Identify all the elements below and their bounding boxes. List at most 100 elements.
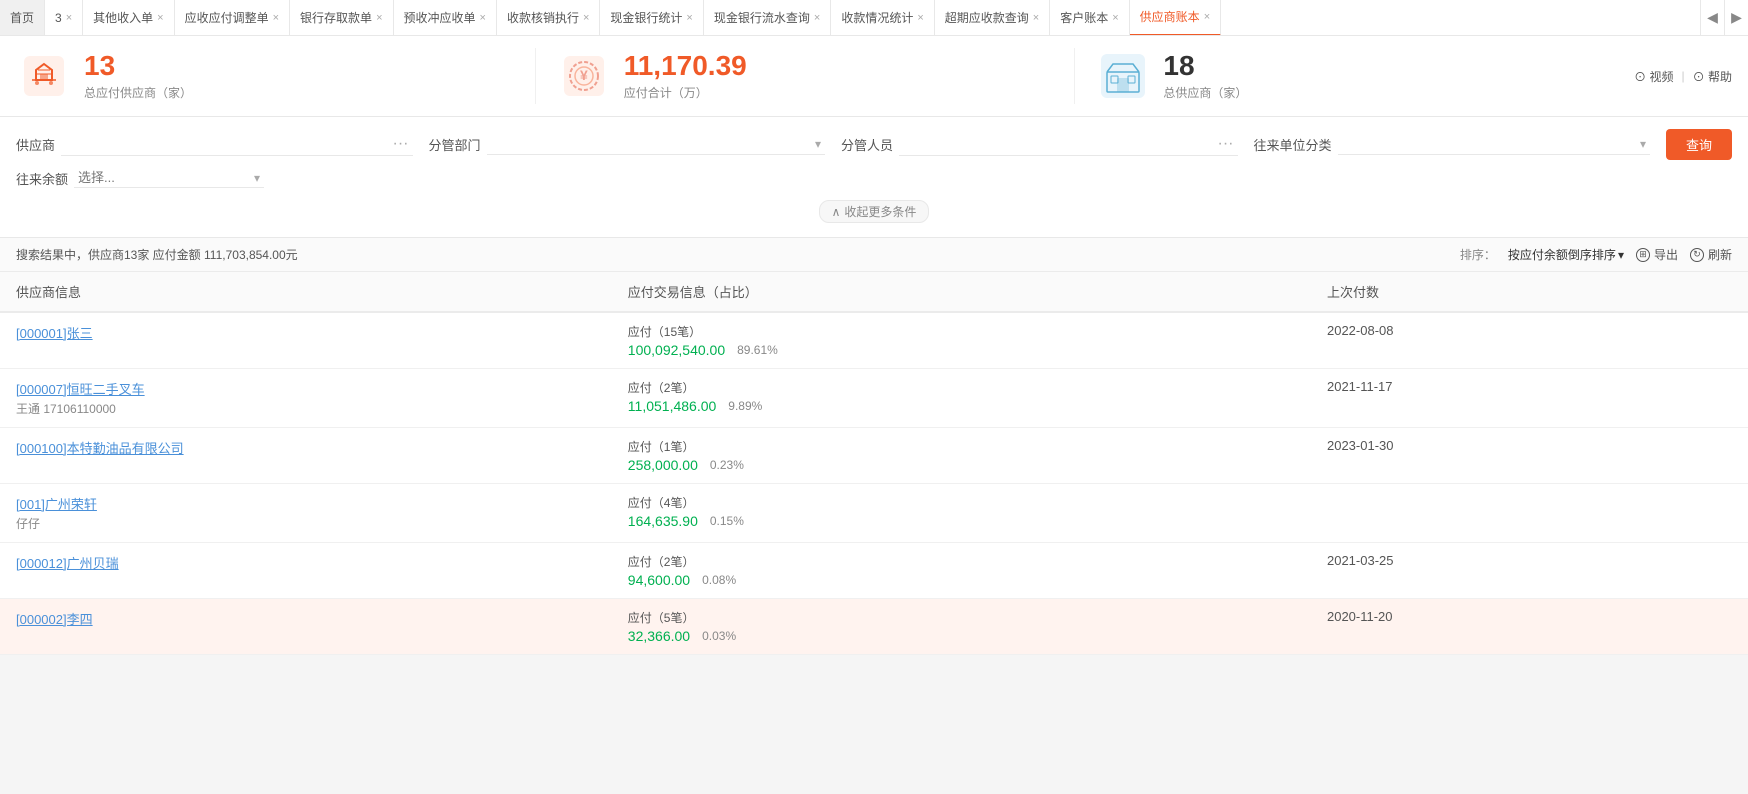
total-payable-label: 总应付供应商（家）	[84, 84, 192, 101]
export-button[interactable]: ⊞ 导出	[1636, 246, 1678, 263]
payable-amount[interactable]: 11,051,486.00	[628, 398, 717, 414]
supplier-link[interactable]: [000100]本特勤油品有限公司	[16, 441, 184, 456]
payable-amount[interactable]: 32,366.00	[628, 628, 690, 644]
filter-area: 供应商 ··· 分管部门 ▾ 分管人员 ··· 往来单位分类	[0, 117, 1748, 238]
supplier-link[interactable]: [000007]恒旺二手叉车	[16, 382, 145, 397]
payable-amount[interactable]: 94,600.00	[628, 572, 690, 588]
nav-tab-close-receipt-verify[interactable]: ×	[583, 12, 589, 24]
store-icon	[1095, 48, 1151, 104]
nav-tab-home[interactable]: 首页	[0, 0, 45, 36]
supplier-input[interactable]	[65, 137, 393, 152]
balance-dropdown-wrap: ▾	[74, 168, 264, 188]
balance-chevron-icon[interactable]: ▾	[254, 171, 260, 185]
payable-count: 应付（2笔）	[628, 379, 1295, 396]
nav-tab-customer-ledger[interactable]: 客户账本×	[1050, 0, 1129, 36]
nav-tab-close-tab3[interactable]: ×	[66, 12, 72, 24]
person-filter: 分管人员 ···	[841, 133, 1238, 156]
dept-chevron-icon[interactable]: ▾	[815, 137, 821, 151]
supplier-info-cell: [000100]本特勤油品有限公司	[0, 428, 612, 484]
nav-tab-close-ar-ap-adjust[interactable]: ×	[273, 12, 279, 24]
table-row: [000012]广州贝瑞应付（2笔） 94,600.00 0.08% 2021-…	[0, 543, 1748, 599]
table-row: [000002]李四应付（5笔） 32,366.00 0.03% 2020-11…	[0, 599, 1748, 655]
balance-input[interactable]	[78, 170, 254, 185]
payable-info-cell: 应付（15笔） 100,092,540.00 89.61%	[612, 312, 1311, 369]
supplier-label: 供应商	[16, 135, 55, 154]
filter-row-2: 往来余额 ▾	[16, 168, 1732, 188]
payable-percent: 0.03%	[702, 629, 736, 643]
refresh-icon: ↻	[1690, 248, 1704, 262]
last-pay-date: 2021-11-17	[1327, 379, 1393, 394]
nav-tab-cash-bank-stat[interactable]: 现金银行统计×	[600, 0, 703, 36]
nav-tab-other-income[interactable]: 其他收入单×	[83, 0, 174, 36]
payable-amount[interactable]: 164,635.90	[628, 513, 698, 529]
summary-right-actions: ⊙ 视频 | ⊙ 帮助	[1634, 68, 1732, 85]
nav-tab-close-overdue-ar[interactable]: ×	[1033, 12, 1039, 24]
payable-percent: 0.08%	[702, 573, 736, 587]
supplier-link[interactable]: [000002]李四	[16, 612, 93, 627]
nav-tab-overdue-ar[interactable]: 超期应收款查询×	[935, 0, 1050, 36]
nav-tab-bank-deposit[interactable]: 银行存取款单×	[290, 0, 393, 36]
supplier-table: 供应商信息 应付交易信息（占比） 上次付数 [000001]张三应付（15笔） …	[0, 272, 1748, 655]
collapse-button[interactable]: ∧ 收起更多条件	[819, 200, 930, 223]
sort-select[interactable]: 按应付余额倒序排序 ▾	[1508, 246, 1624, 263]
nav-tab-close-cash-bank-stat[interactable]: ×	[686, 12, 692, 24]
supplier-sub: 王通 17106110000	[16, 400, 596, 417]
nav-prev-button[interactable]: ◀	[1700, 0, 1724, 36]
supplier-link[interactable]: [001]广州荣轩	[16, 497, 97, 512]
person-input[interactable]	[903, 137, 1218, 152]
dept-dropdown-wrap: ▾	[487, 135, 825, 155]
nav-tab-tab3[interactable]: 3×	[45, 0, 83, 36]
nav-tab-cash-flow-query[interactable]: 现金银行流水查询×	[704, 0, 831, 36]
refresh-button[interactable]: ↻ 刷新	[1690, 246, 1732, 263]
video-link[interactable]: ⊙ 视频	[1634, 68, 1673, 85]
person-dots-icon[interactable]: ···	[1218, 135, 1234, 153]
payable-percent: 0.15%	[710, 514, 744, 528]
table-row: [000100]本特勤油品有限公司应付（1笔） 258,000.00 0.23%…	[0, 428, 1748, 484]
nav-tab-close-other-income[interactable]: ×	[157, 12, 163, 24]
supplier-filter: 供应商 ···	[16, 133, 413, 156]
nav-tab-close-supplier-ledger[interactable]: ×	[1204, 11, 1210, 23]
nav-tab-close-bank-deposit[interactable]: ×	[376, 12, 382, 24]
sort-label: 排序：	[1460, 246, 1496, 263]
nav-tab-close-receipt-stat[interactable]: ×	[917, 12, 923, 24]
help-icon: ⊙	[1693, 70, 1705, 84]
payable-amount[interactable]: 100,092,540.00	[628, 342, 725, 358]
supplier-dots-icon[interactable]: ···	[393, 135, 409, 153]
nav-tab-pre-receive[interactable]: 预收冲应收单×	[394, 0, 497, 36]
category-chevron-icon[interactable]: ▾	[1640, 137, 1646, 151]
nav-tab-close-customer-ledger[interactable]: ×	[1112, 12, 1118, 24]
dept-input[interactable]	[491, 137, 815, 152]
supplier-link[interactable]: [000001]张三	[16, 326, 93, 341]
collapse-chevron-icon: ∧	[832, 205, 841, 219]
nav-tab-receipt-verify[interactable]: 收款核销执行×	[497, 0, 600, 36]
supplier-link[interactable]: [000012]广州贝瑞	[16, 556, 119, 571]
nav-tab-receipt-stat[interactable]: 收款情况统计×	[831, 0, 934, 36]
last-pay-cell: 2021-03-25	[1311, 543, 1748, 599]
last-pay-cell: 2022-08-08	[1311, 312, 1748, 369]
result-bar: 搜索结果中，供应商13家 应付金额 111,703,854.00元 排序： 按应…	[0, 238, 1748, 272]
nav-tab-close-pre-receive[interactable]: ×	[480, 12, 486, 24]
nav-next-button[interactable]: ▶	[1724, 0, 1748, 36]
nav-tab-close-cash-flow-query[interactable]: ×	[814, 12, 820, 24]
payable-amount[interactable]: 258,000.00	[628, 457, 698, 473]
help-link[interactable]: ⊙ 帮助	[1693, 68, 1732, 85]
video-icon: ⊙	[1634, 70, 1646, 84]
category-input[interactable]	[1342, 137, 1640, 152]
total-payable-amount-label: 应付合计（万）	[624, 84, 747, 101]
payable-percent: 89.61%	[737, 343, 778, 357]
last-pay-cell: 2023-01-30	[1311, 428, 1748, 484]
query-button[interactable]: 查询	[1666, 129, 1732, 160]
col-supplier-info: 供应商信息	[0, 272, 612, 312]
nav-tab-supplier-ledger[interactable]: 供应商账本×	[1130, 0, 1221, 36]
table-row: [000001]张三应付（15笔） 100,092,540.00 89.61% …	[0, 312, 1748, 369]
table-row: [001]广州荣轩仔仔应付（4笔） 164,635.90 0.15%	[0, 484, 1748, 543]
nav-tab-ar-ap-adjust[interactable]: 应收应付调整单×	[175, 0, 290, 36]
supplier-info-cell: [000002]李四	[0, 599, 612, 655]
filter-row-1: 供应商 ··· 分管部门 ▾ 分管人员 ··· 往来单位分类	[16, 129, 1732, 160]
svg-text:¥: ¥	[580, 67, 588, 83]
collapse-bar: ∧ 收起更多条件	[16, 196, 1732, 231]
help-label[interactable]: 帮助	[1708, 70, 1732, 84]
last-pay-date: 2022-08-08	[1327, 323, 1394, 338]
payable-info-cell: 应付（2笔） 11,051,486.00 9.89%	[612, 369, 1311, 428]
video-label[interactable]: 视频	[1649, 70, 1673, 84]
